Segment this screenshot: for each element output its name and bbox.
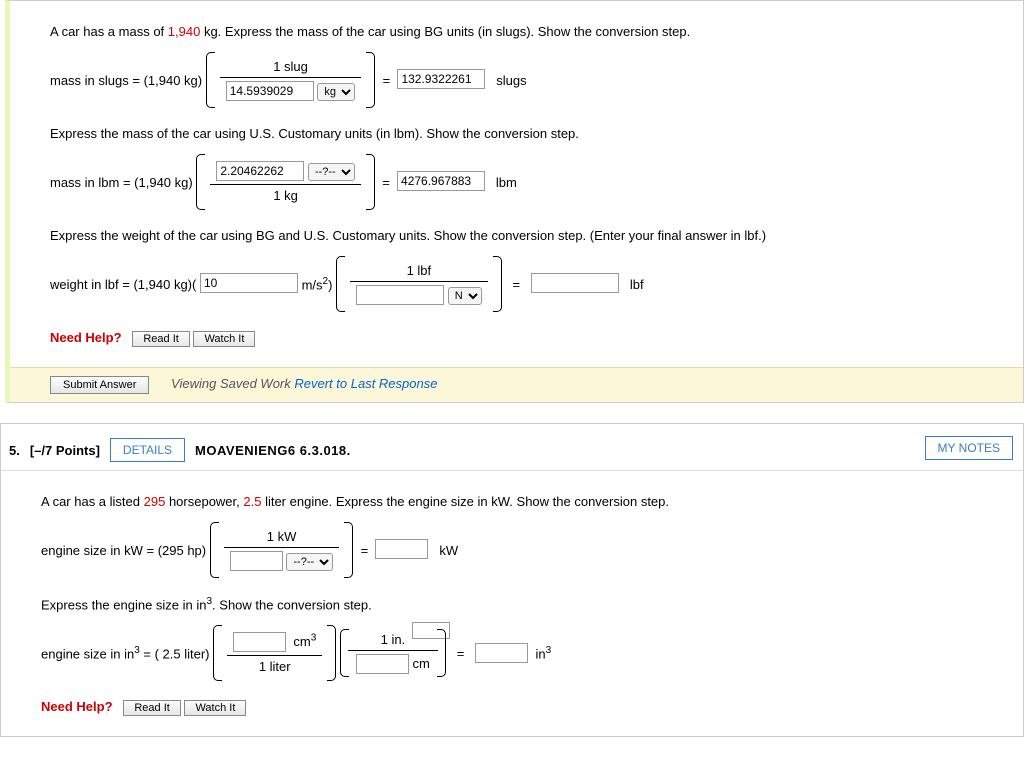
q5-number: 5. bbox=[9, 443, 20, 458]
kw-result-input[interactable] bbox=[375, 539, 428, 559]
lbf-result-unit: lbf bbox=[623, 277, 644, 292]
in3-exponent-input[interactable] bbox=[412, 622, 450, 639]
lbm-num-input[interactable] bbox=[216, 161, 304, 181]
my-notes-button[interactable]: MY NOTES bbox=[925, 436, 1013, 460]
read-it-button-2[interactable]: Read It bbox=[123, 700, 180, 716]
in3-cm3-input[interactable] bbox=[233, 632, 286, 652]
watch-it-button-2[interactable]: Watch It bbox=[184, 700, 246, 716]
question-5-box: 5. [–/7 Points] DETAILS MOAVENIENG6 6.3.… bbox=[0, 423, 1024, 737]
slugs-result-unit: slugs bbox=[489, 73, 527, 88]
lbm-num-unit-select[interactable]: --?-- bbox=[308, 163, 355, 181]
slugs-den-unit-select[interactable]: kg bbox=[317, 83, 355, 101]
slugs-den-input[interactable] bbox=[226, 81, 314, 101]
lbm-lhs: mass in lbm = (1,940 kg) bbox=[50, 175, 193, 190]
q4-intro2: Express the mass of the car using U.S. C… bbox=[50, 126, 1008, 141]
read-it-button[interactable]: Read It bbox=[132, 331, 189, 347]
question-code: MOAVENIENG6 6.3.018. bbox=[195, 443, 351, 458]
kw-den-unit-select[interactable]: --?-- bbox=[286, 553, 333, 571]
lbm-row: mass in lbm = (1,940 kg) --?-- 1 kg = lb… bbox=[50, 154, 1008, 210]
question-4-box: A car has a mass of 1,940 kg. Express th… bbox=[5, 0, 1024, 403]
details-button[interactable]: DETAILS bbox=[110, 438, 185, 462]
kw-den-input[interactable] bbox=[230, 551, 283, 571]
watch-it-button[interactable]: Watch It bbox=[193, 331, 255, 347]
need-help-label: Need Help? Read It Watch It bbox=[50, 330, 1008, 347]
q4-intro3: Express the weight of the car using BG a… bbox=[50, 228, 1008, 243]
q5-header: 5. [–/7 Points] DETAILS MOAVENIENG6 6.3.… bbox=[1, 424, 1023, 470]
lbf-den-input[interactable] bbox=[356, 285, 444, 305]
kw-row: engine size in kW = (295 hp) 1 kW --?-- … bbox=[41, 522, 1008, 578]
lbf-row: weight in lbf = (1,940 kg)( m/s2) 1 lbf … bbox=[50, 256, 1008, 312]
saved-work-text: Viewing Saved Work bbox=[171, 376, 294, 391]
revert-link[interactable]: Revert to Last Response bbox=[294, 376, 437, 391]
in3-result-input[interactable] bbox=[475, 643, 528, 663]
lbf-lhs-a: weight in lbf = (1,940 kg)( bbox=[50, 277, 196, 292]
need-help-label-2: Need Help? Read It Watch It bbox=[41, 699, 1008, 716]
slugs-result-input[interactable] bbox=[397, 69, 485, 89]
in3-result-unit: in3 bbox=[532, 645, 551, 661]
lbf-den-unit-select[interactable]: N bbox=[448, 287, 482, 305]
lbf-result-input[interactable] bbox=[531, 273, 619, 293]
q5-intro2: Express the engine size in in3. Show the… bbox=[41, 596, 1008, 612]
submit-bar: Submit Answer Viewing Saved Work Revert … bbox=[10, 367, 1023, 402]
kw-result-unit: kW bbox=[432, 543, 458, 558]
q5-intro1: A car has a listed 295 horsepower, 2.5 l… bbox=[41, 494, 1008, 509]
in3-cm-input[interactable] bbox=[356, 654, 409, 674]
lbm-result-unit: lbm bbox=[489, 175, 517, 190]
slugs-lhs: mass in slugs = (1,940 kg) bbox=[50, 73, 202, 88]
submit-answer-button[interactable]: Submit Answer bbox=[50, 376, 149, 394]
lbf-numerator: 1 lbf bbox=[350, 260, 488, 282]
q4-intro1: A car has a mass of 1,940 kg. Express th… bbox=[50, 24, 1008, 39]
mass-value: 1,940 bbox=[168, 24, 201, 39]
lbm-denominator: 1 kg bbox=[210, 185, 361, 206]
lbm-result-input[interactable] bbox=[397, 171, 485, 191]
in3-row: engine size in in3 = ( 2.5 liter) cm3 1 … bbox=[41, 625, 1008, 681]
lbf-gravity-input[interactable] bbox=[200, 273, 298, 293]
liter-value: 2.5 bbox=[243, 494, 261, 509]
kw-numerator: 1 kW bbox=[224, 526, 340, 548]
hp-value: 295 bbox=[144, 494, 166, 509]
slugs-numerator: 1 slug bbox=[220, 56, 362, 78]
q5-points: [–/7 Points] bbox=[30, 443, 100, 458]
slugs-row: mass in slugs = (1,940 kg) 1 slug kg = s… bbox=[50, 52, 1008, 108]
in3-denominator: 1 liter bbox=[227, 656, 322, 677]
kw-lhs: engine size in kW = (295 hp) bbox=[41, 543, 206, 558]
